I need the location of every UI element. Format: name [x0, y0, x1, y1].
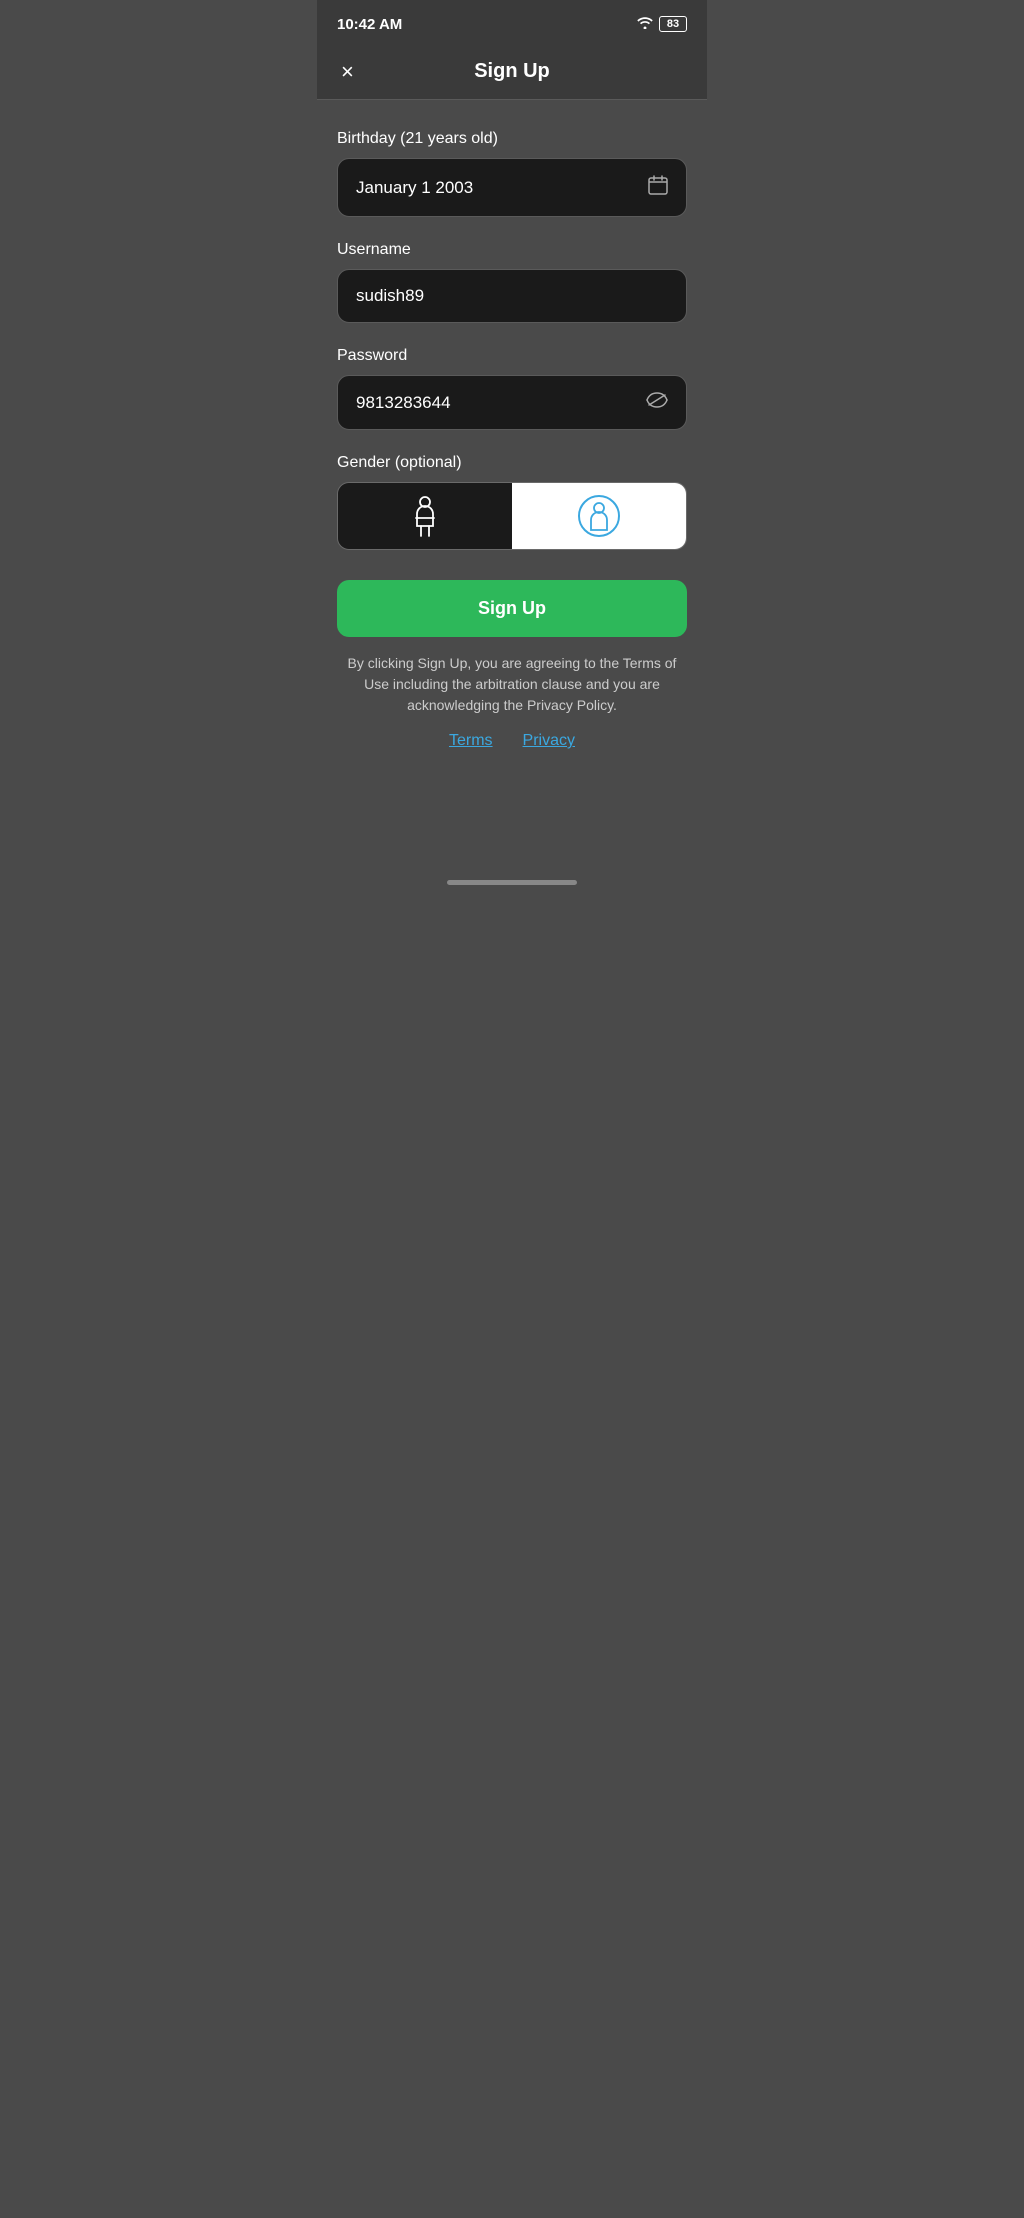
gender-toggle: [337, 482, 687, 550]
terms-link[interactable]: Terms: [449, 732, 493, 750]
home-indicator: [317, 870, 707, 905]
status-icons: 83: [637, 16, 687, 32]
page-header: × Sign Up: [317, 44, 707, 100]
status-bar: 10:42 AM 83: [317, 0, 707, 44]
birthday-field-group: Birthday (21 years old) January 1 2003: [337, 130, 687, 217]
gender-male-option[interactable]: [512, 483, 686, 549]
wifi-icon: [637, 16, 653, 32]
username-input[interactable]: [356, 286, 668, 306]
password-input-wrapper: [337, 375, 687, 430]
birthday-value: January 1 2003: [356, 178, 473, 198]
password-toggle-icon[interactable]: [646, 392, 668, 413]
calendar-icon: [648, 175, 668, 200]
close-button[interactable]: ×: [337, 57, 358, 87]
birthday-input[interactable]: January 1 2003: [337, 158, 687, 217]
username-input-wrapper: [337, 269, 687, 323]
birthday-label: Birthday (21 years old): [337, 130, 687, 148]
bottom-spacer: [337, 750, 687, 830]
signup-button[interactable]: Sign Up: [337, 580, 687, 637]
page-title: Sign Up: [474, 60, 550, 83]
home-bar: [447, 880, 577, 885]
status-time: 10:42 AM: [337, 16, 402, 33]
signup-section: Sign Up By clicking Sign Up, you are agr…: [337, 580, 687, 750]
privacy-link[interactable]: Privacy: [523, 732, 575, 750]
battery-indicator: 83: [659, 16, 687, 32]
username-field-group: Username: [337, 241, 687, 323]
password-label: Password: [337, 347, 687, 365]
gender-label: Gender (optional): [337, 454, 687, 472]
disclaimer-text: By clicking Sign Up, you are agreeing to…: [337, 653, 687, 716]
password-input[interactable]: [356, 393, 646, 413]
password-field-group: Password: [337, 347, 687, 430]
main-content: Birthday (21 years old) January 1 2003 U…: [317, 100, 707, 870]
gender-female-option[interactable]: [338, 483, 512, 549]
links-row: Terms Privacy: [337, 732, 687, 750]
username-label: Username: [337, 241, 687, 259]
gender-field-group: Gender (optional): [337, 454, 687, 550]
